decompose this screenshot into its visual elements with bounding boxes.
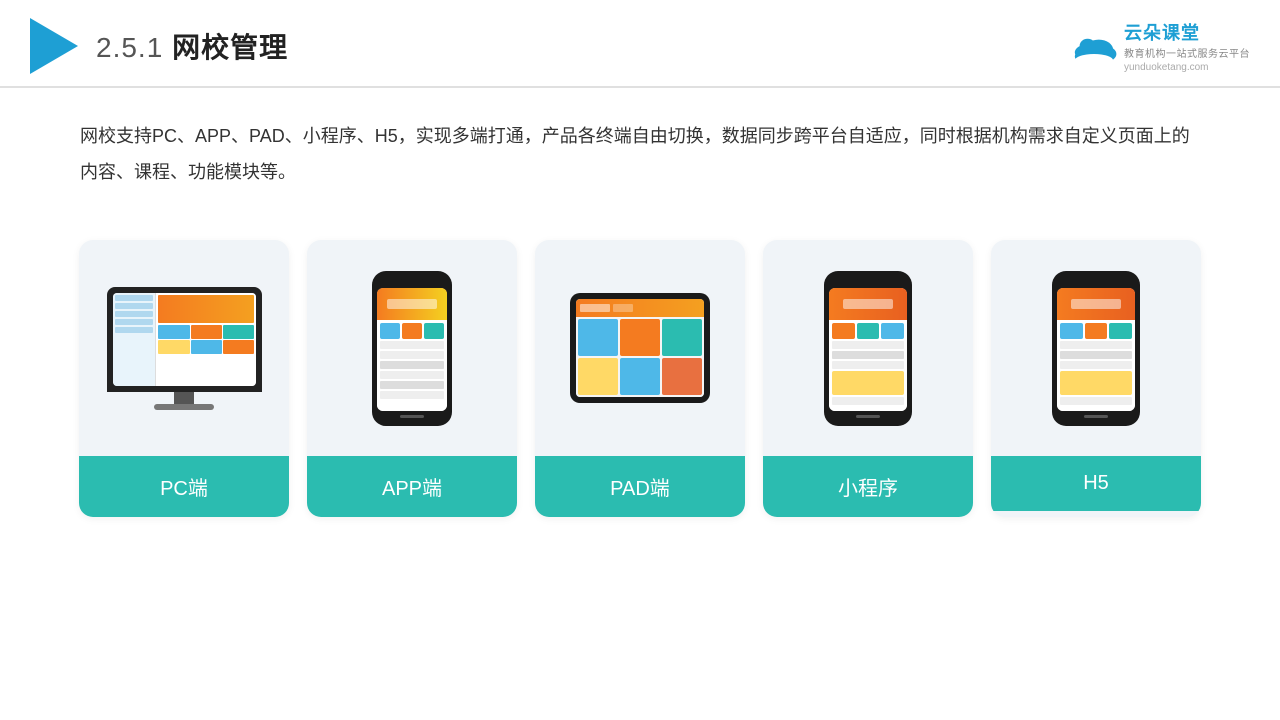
card-app: APP端	[307, 240, 517, 517]
card-label-pad: PAD端	[535, 456, 745, 517]
section-number: 2.5.1	[96, 32, 163, 63]
brand-name: 云朵课堂	[1124, 19, 1250, 45]
brand-url: yunduoketang.com	[1124, 62, 1250, 73]
card-image-app	[307, 240, 517, 440]
header: 2.5.1 网校管理 云朵课堂 教育机构一站式服务云平台 yunduoketan…	[0, 0, 1280, 88]
device-pc-icon	[107, 287, 262, 410]
header-left: 2.5.1 网校管理	[30, 18, 288, 74]
card-label-h5: H5	[991, 456, 1201, 511]
card-image-pad	[535, 240, 745, 440]
device-phone-h5	[1052, 271, 1140, 426]
brand-logo: 云朵课堂 教育机构一站式服务云平台 yunduoketang.com	[1070, 19, 1250, 73]
card-pc: PC端	[79, 240, 289, 517]
title-text: 网校管理	[172, 32, 288, 63]
brand-text: 云朵课堂 教育机构一站式服务云平台 yunduoketang.com	[1124, 19, 1250, 73]
card-pad: PAD端	[535, 240, 745, 517]
brand-tagline: 教育机构一站式服务云平台	[1124, 45, 1250, 60]
description-text: 网校支持PC、APP、PAD、小程序、H5，实现多端打通，产品各终端自由切换，数…	[0, 88, 1280, 210]
card-label-app: APP端	[307, 456, 517, 517]
card-image-pc	[79, 240, 289, 440]
device-pad-icon	[570, 293, 710, 403]
card-label-pc: PC端	[79, 456, 289, 517]
card-h5: H5	[991, 240, 1201, 517]
card-label-mini: 小程序	[763, 456, 973, 517]
header-right: 云朵课堂 教育机构一站式服务云平台 yunduoketang.com	[1070, 19, 1250, 73]
device-phone-mini	[824, 271, 912, 426]
logo-triangle-icon	[30, 18, 78, 74]
card-image-h5	[991, 240, 1201, 440]
device-cards-section: PC端	[0, 220, 1280, 517]
card-mini: 小程序	[763, 240, 973, 517]
card-image-mini	[763, 240, 973, 440]
cloud-icon	[1070, 30, 1118, 62]
page-title: 2.5.1 网校管理	[96, 26, 288, 66]
device-phone-app	[372, 271, 452, 426]
description-content: 网校支持PC、APP、PAD、小程序、H5，实现多端打通，产品各终端自由切换，数…	[80, 126, 1190, 182]
